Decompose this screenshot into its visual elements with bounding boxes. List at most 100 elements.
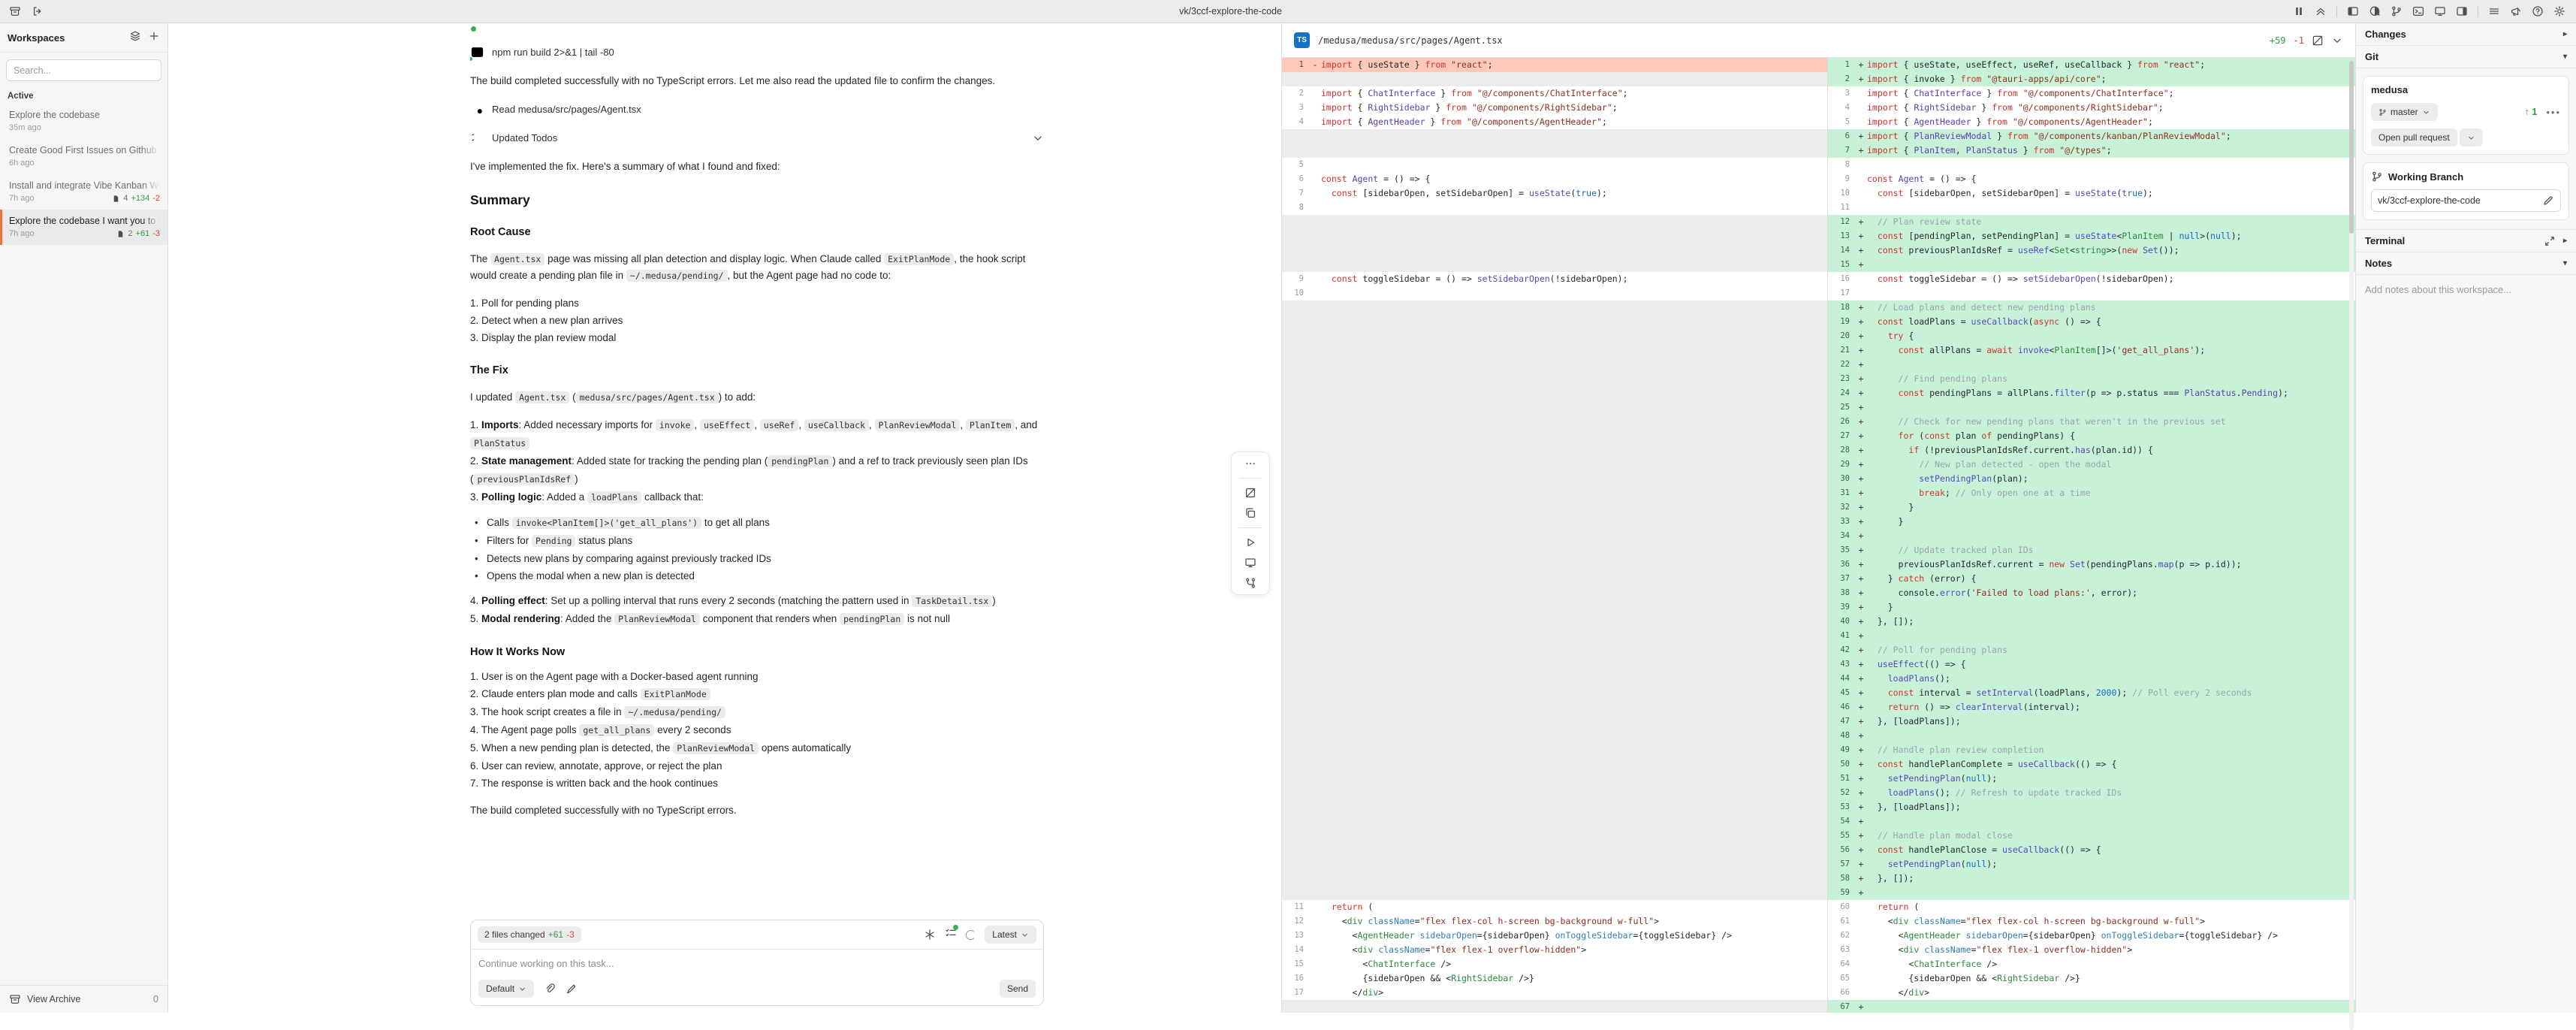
diff-left-cell: 13 <AgentHeader sidebarOpen={sidebarOpen… — [1282, 929, 1827, 943]
menu-icon[interactable] — [2488, 5, 2500, 17]
tool-run[interactable]: Read medusa/src/pages/Agent.tsx — [470, 101, 1044, 117]
tool-run[interactable]: npm run build 2>&1 | tail -80 — [470, 44, 1044, 60]
workspace-item[interactable]: Create Good First Issues on Github So p6… — [0, 139, 167, 174]
branch-selector[interactable]: master — [2371, 103, 2438, 121]
archive-icon — [9, 993, 21, 1005]
more-options-icon[interactable]: ••• — [2546, 107, 2561, 118]
workspace-item[interactable]: Install and integrate Vibe Kanban Web7h … — [0, 174, 167, 210]
todos-status-icon[interactable] — [945, 927, 957, 943]
open-pr-label: Open pull request — [2378, 132, 2450, 143]
spark-icon[interactable] — [924, 929, 936, 941]
diff-right-cell: 50+ const handlePlanComplete = useCallba… — [1827, 757, 2355, 772]
panel-left-icon[interactable] — [2347, 5, 2359, 17]
diff-right-cell: 62 <AgentHeader sidebarOpen={sidebarOpen… — [1827, 929, 2355, 943]
edit-pencil-icon[interactable] — [2542, 195, 2554, 207]
list-item: 2. Claude enters plan mode and calls Exi… — [470, 685, 1044, 703]
todos-icon — [470, 131, 484, 145]
monitor-icon[interactable] — [1244, 557, 1256, 569]
diff-row: 4import { AgentHeader } from "@/componen… — [1282, 115, 2355, 129]
expand-icon[interactable] — [2544, 235, 2556, 247]
diff-row: 25+ — [1282, 400, 2355, 415]
help-icon[interactable] — [2532, 5, 2544, 17]
tool-run[interactable]: Updated Todos — [470, 130, 1044, 146]
diff-left-cell: 15 <ChatInterface /> — [1282, 957, 1827, 971]
diff-right-cell: 26+ // Check for new pending plans that … — [1827, 415, 2355, 429]
diff-body[interactable]: 1-import { useState } from "react";1+imp… — [1282, 58, 2355, 1013]
search-input[interactable] — [6, 59, 161, 81]
annotate-pen-icon[interactable] — [566, 983, 578, 995]
terminal-section-header[interactable]: Terminal ▸ — [2356, 230, 2576, 252]
workspace-item[interactable]: Explore the codebase35m ago — [0, 104, 167, 139]
send-button[interactable]: Send — [1000, 980, 1036, 998]
diff-row: 43+ useEffect(() => { — [1282, 657, 2355, 672]
working-branch-label: Working Branch — [2388, 171, 2463, 183]
changes-label: Changes — [2365, 29, 2406, 40]
diff-left-cell: 5 — [1282, 158, 1827, 172]
diff-right-cell: 41+ — [1827, 629, 2355, 643]
attach-icon[interactable] — [544, 983, 556, 995]
diff-left-cell — [1282, 557, 1827, 572]
signout-icon[interactable] — [32, 5, 44, 17]
latest-dropdown[interactable]: Latest — [985, 926, 1036, 944]
diff-row: 36+ previousPlanIdsRef.current = new Set… — [1282, 557, 2355, 572]
git-section-header[interactable]: Git ▾ — [2356, 46, 2576, 68]
diff-file-header[interactable]: TS /medusa/medusa/src/pages/Agent.tsx +5… — [1282, 23, 2355, 58]
collapse-up-icon[interactable] — [2315, 5, 2327, 17]
message-input[interactable] — [478, 958, 1036, 969]
model-dropdown[interactable]: Default — [478, 980, 534, 998]
terminal-icon[interactable] — [2412, 5, 2424, 17]
chevron-down-icon[interactable] — [1032, 132, 1044, 144]
git-branch-icon[interactable] — [2390, 5, 2403, 17]
ordered-list: 4. Polling effect: Set up a polling inte… — [470, 592, 1044, 628]
diff-row: 44+ loadPlans(); — [1282, 672, 2355, 686]
monitor-icon[interactable] — [2434, 5, 2446, 17]
divider — [1239, 478, 1262, 479]
branch-name: master — [2390, 107, 2418, 117]
layers-icon[interactable] — [129, 30, 141, 42]
panel-right-icon[interactable] — [2456, 5, 2468, 17]
list-item: 3. Polling logic: Added a loadPlans call… — [470, 488, 1044, 506]
chat-bubble-icon[interactable] — [2369, 5, 2381, 17]
open-pull-request-button[interactable]: Open pull request — [2371, 128, 2457, 146]
inline-code: pendingPlan — [840, 613, 904, 625]
files-changed-pill[interactable]: 2 files changed +61 -3 — [478, 926, 581, 943]
image-off-icon[interactable] — [1244, 487, 1256, 499]
message-paragraph: The build completed successfully with no… — [470, 73, 1044, 89]
files-added: +61 — [548, 929, 563, 940]
diff-left-cell — [1282, 372, 1827, 386]
more-handle-icon[interactable] — [1244, 458, 1256, 470]
notes-section-header[interactable]: Notes ▾ — [2356, 252, 2576, 275]
diff-row: 50+ const handlePlanComplete = useCallba… — [1282, 757, 2355, 772]
workspace-item[interactable]: Explore the codebase I want you to exp7h… — [0, 210, 167, 245]
diff-row: 22+ — [1282, 358, 2355, 372]
active-section-label: Active — [0, 84, 167, 104]
play-icon[interactable] — [1244, 536, 1256, 548]
file-icon — [116, 230, 125, 238]
split-view-icon[interactable] — [2312, 35, 2324, 47]
diff-row: 15 <ChatInterface />64 <ChatInterface /> — [1282, 957, 2355, 971]
notes-input[interactable]: Add notes about this workspace... — [2356, 275, 2576, 304]
pr-dropdown-button[interactable] — [2460, 128, 2483, 146]
changes-section-header[interactable]: Changes ▸ — [2356, 23, 2576, 46]
tool-run-label: npm run build 2>&1 | tail -80 — [492, 44, 614, 60]
plus-icon[interactable] — [148, 30, 160, 42]
git-graph-icon[interactable] — [1244, 577, 1256, 589]
diff-scrollbar[interactable] — [2349, 61, 2354, 1030]
diff-row: 11 return (60 return ( — [1282, 900, 2355, 914]
diff-left-cell — [1282, 615, 1827, 629]
list-item: 5. Modal rendering: Added the PlanReview… — [470, 610, 1044, 628]
diff-right-cell: 10 const [sidebarOpen, setSidebarOpen] =… — [1827, 186, 2355, 201]
archive-icon[interactable] — [9, 5, 21, 17]
collapse-file-icon[interactable] — [2331, 35, 2343, 47]
diff-row: 32+ } — [1282, 500, 2355, 515]
working-branch-field[interactable]: vk/3ccf-explore-the-code — [2371, 189, 2561, 212]
diff-left-cell — [1282, 72, 1827, 86]
chevron-right-icon: ▸ — [2563, 30, 2567, 38]
view-archive-button[interactable]: View Archive 0 — [0, 985, 167, 1013]
diff-right-cell: 20+ try { — [1827, 329, 2355, 343]
pause-icon[interactable] — [2293, 5, 2305, 17]
megaphone-icon[interactable] — [2510, 5, 2522, 17]
settings-icon[interactable] — [2553, 5, 2565, 17]
diff-right-cell: 46+ return () => clearInterval(interval)… — [1827, 700, 2355, 714]
copy-icon[interactable] — [1244, 507, 1256, 519]
